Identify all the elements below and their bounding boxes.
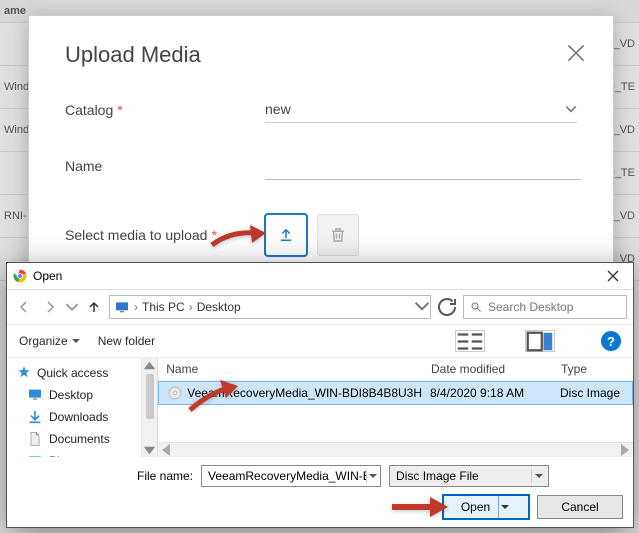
nav-tree: Quick access Desktop📌 Downloads📌 Documen… bbox=[7, 358, 158, 457]
select-media-label: Select media to upload* bbox=[65, 227, 265, 243]
filter-value: Disc Image File bbox=[396, 469, 479, 483]
open-button[interactable]: Open bbox=[443, 495, 529, 519]
file-list: Name Date modified Type VeeamRecoveryMed… bbox=[158, 358, 633, 457]
file-list-hscroll[interactable] bbox=[158, 442, 633, 457]
close-icon[interactable] bbox=[563, 40, 589, 66]
file-list-header: Name Date modified Type bbox=[158, 358, 633, 381]
col-type[interactable]: Type bbox=[553, 362, 633, 376]
star-icon bbox=[17, 365, 31, 379]
name-label: Name bbox=[65, 158, 265, 174]
disc-image-icon bbox=[167, 385, 183, 401]
recent-dropdown-icon[interactable] bbox=[65, 296, 79, 318]
delete-button bbox=[317, 214, 359, 256]
nav-fwd-button[interactable] bbox=[39, 296, 61, 318]
file-type: Disc Image bbox=[552, 386, 632, 400]
tree-desktop[interactable]: Desktop📌 bbox=[11, 384, 153, 406]
catalog-select[interactable]: new bbox=[265, 96, 577, 123]
download-icon bbox=[27, 409, 43, 425]
pictures-icon bbox=[27, 453, 43, 457]
toolbar-row: Organize New folder ? bbox=[7, 324, 633, 358]
tree-downloads[interactable]: Downloads📌 bbox=[11, 406, 153, 428]
col-name[interactable]: Name bbox=[158, 362, 423, 376]
upload-icon bbox=[277, 226, 295, 244]
help-button[interactable]: ? bbox=[601, 331, 621, 351]
tree-scrollbar[interactable] bbox=[141, 358, 157, 457]
nav-up-button[interactable] bbox=[83, 296, 105, 318]
dialog-title: Open bbox=[33, 269, 62, 283]
crumb-0[interactable]: This PC bbox=[142, 300, 185, 314]
filename-label: File name: bbox=[137, 469, 193, 483]
organize-menu[interactable]: Organize bbox=[19, 334, 80, 348]
chrome-icon bbox=[13, 269, 27, 283]
filename-combo[interactable]: VeeamRecoveryMedia_WIN-BDI8B4B bbox=[201, 465, 381, 487]
search-icon bbox=[470, 301, 482, 313]
open-split-icon[interactable] bbox=[498, 496, 511, 518]
document-icon bbox=[27, 431, 43, 447]
desktop-icon bbox=[27, 387, 43, 403]
filename-row: File name: VeeamRecoveryMedia_WIN-BDI8B4… bbox=[7, 457, 633, 495]
file-name: VeeamRecoveryMedia_WIN-BDI8B4B8U3H bbox=[187, 386, 422, 400]
search-input[interactable]: Search Desktop bbox=[463, 295, 627, 319]
col-date[interactable]: Date modified bbox=[423, 362, 553, 376]
file-open-dialog: Open › This PC › Desktop Search Desktop … bbox=[6, 262, 634, 528]
dialog-titlebar: Open bbox=[7, 263, 633, 290]
view-list-button[interactable] bbox=[455, 330, 485, 352]
name-input[interactable] bbox=[265, 151, 581, 180]
new-folder-button[interactable]: New folder bbox=[98, 334, 155, 348]
filename-value: VeeamRecoveryMedia_WIN-BDI8B4B bbox=[208, 469, 366, 483]
trash-icon bbox=[329, 226, 347, 244]
search-placeholder: Search Desktop bbox=[488, 300, 573, 314]
address-bar[interactable]: › This PC › Desktop bbox=[109, 295, 431, 319]
cancel-button[interactable]: Cancel bbox=[537, 495, 623, 519]
tree-quick-access[interactable]: Quick access bbox=[11, 362, 153, 384]
address-dropdown-icon[interactable] bbox=[414, 298, 430, 317]
modal-title: Upload Media bbox=[65, 42, 577, 68]
file-date: 8/4/2020 9:18 AM bbox=[422, 386, 552, 400]
chevron-down-icon bbox=[565, 103, 577, 115]
upload-button[interactable] bbox=[265, 214, 307, 256]
crumb-1[interactable]: Desktop bbox=[197, 300, 241, 314]
dialog-button-row: Open Cancel bbox=[7, 495, 633, 527]
catalog-label: Catalog* bbox=[65, 102, 265, 118]
tree-documents[interactable]: Documents📌 bbox=[11, 428, 153, 450]
chevron-down-icon bbox=[366, 469, 378, 483]
refresh-button[interactable] bbox=[435, 295, 459, 319]
filter-combo[interactable]: Disc Image File bbox=[389, 465, 549, 487]
dialog-close-button[interactable] bbox=[593, 263, 633, 289]
view-preview-button[interactable] bbox=[525, 330, 555, 352]
chevron-down-icon bbox=[531, 469, 546, 483]
pc-icon bbox=[114, 299, 130, 315]
tree-pictures[interactable]: Pictures📌 bbox=[11, 450, 153, 457]
catalog-value: new bbox=[265, 101, 291, 117]
file-row-selected[interactable]: VeeamRecoveryMedia_WIN-BDI8B4B8U3H 8/4/2… bbox=[158, 381, 633, 405]
nav-back-button[interactable] bbox=[13, 296, 35, 318]
nav-row: › This PC › Desktop Search Desktop bbox=[7, 290, 633, 324]
